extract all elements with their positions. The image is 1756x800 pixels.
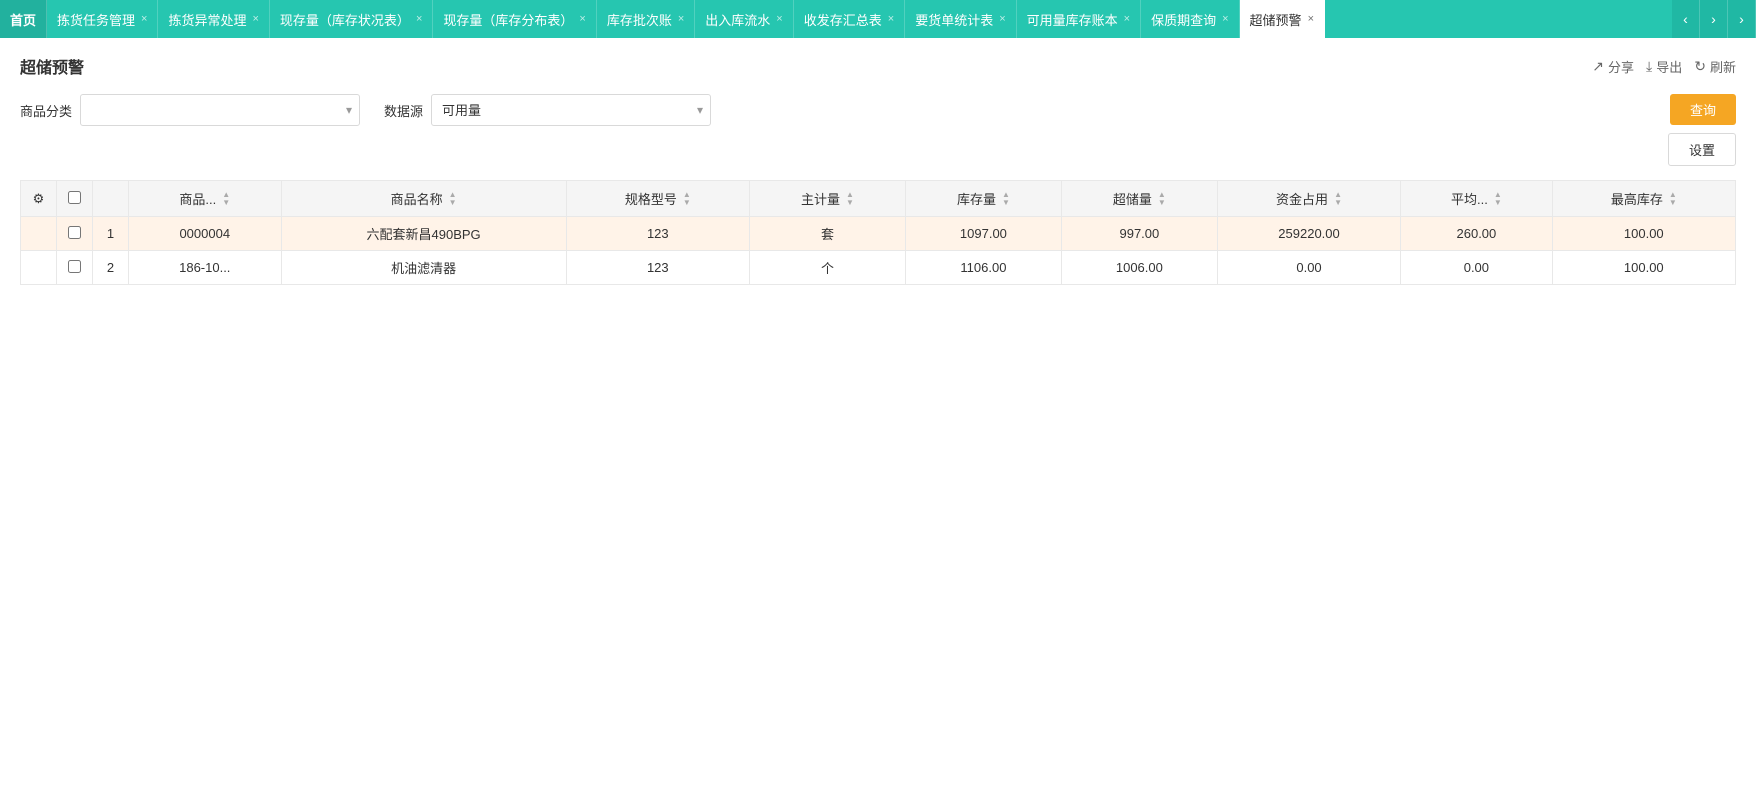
sort-icon: ▲▼ (683, 191, 691, 207)
column-header-checkbox (57, 181, 93, 217)
action-buttons: 查询 设置 (1668, 94, 1736, 166)
column-header-settings: ⚙ (21, 181, 57, 217)
table-row: 10000004六配套新昌490BPG123套1097.00997.002592… (21, 217, 1736, 251)
column-header-unit[interactable]: 主计量 ▲▼ (749, 181, 905, 217)
refresh-icon: ↻ (1694, 58, 1706, 75)
nav-tab-baozhi[interactable]: 保质期查询 × (1141, 0, 1239, 38)
sort-icon: ▲▼ (1494, 191, 1502, 207)
nav-tab-keyongliang[interactable]: 可用量库存账本 × (1017, 0, 1141, 38)
sort-icon: ▲▼ (449, 191, 457, 207)
sort-icon: ▲▼ (1334, 191, 1342, 207)
page-title: 超储预警 (20, 54, 84, 78)
column-header-index (93, 181, 129, 217)
nav-tab-yaohuo[interactable]: 要货单统计表 × (905, 0, 1016, 38)
close-icon[interactable]: × (1124, 13, 1130, 25)
sort-icon: ▲▼ (222, 191, 230, 207)
sort-icon: ▲▼ (846, 191, 854, 207)
select-all-checkbox[interactable] (68, 191, 81, 204)
top-navigation: 首页 拣货任务管理 × 拣货异常处理 × 现存量（库存状况表） × 现存量（库存… (0, 0, 1756, 38)
data-table: ⚙ 商品... ▲▼ 商品名称 ▲▼ (20, 180, 1736, 285)
nav-home[interactable]: 首页 (0, 0, 47, 38)
category-label: 商品分类 (20, 101, 72, 120)
table-header-row: ⚙ 商品... ▲▼ 商品名称 ▲▼ (21, 181, 1736, 217)
export-button[interactable]: ⤓ 导出 (1646, 57, 1682, 76)
nav-tab-shoufacunhuizongbiao[interactable]: 收发存汇总表 × (794, 0, 905, 38)
nav-tab-churukuliushui[interactable]: 出入库流水 × (695, 0, 793, 38)
query-button[interactable]: 查询 (1670, 94, 1736, 125)
column-header-max-stock[interactable]: 最高库存 ▲▼ (1552, 181, 1735, 217)
page-header: 超储预警 ↗ 分享 ⤓ 导出 ↻ 刷新 (20, 54, 1736, 78)
nav-menu-button[interactable]: › (1728, 0, 1756, 38)
close-icon[interactable]: × (776, 13, 782, 25)
datasource-label: 数据源 (384, 101, 423, 120)
datasource-select-wrapper: 可用量 库存量 ▾ (431, 94, 711, 126)
column-header-spec[interactable]: 规格型号 ▲▼ (566, 181, 749, 217)
close-icon[interactable]: × (416, 13, 422, 25)
nav-tab-xiancunliang2[interactable]: 现存量（库存分布表） × (433, 0, 596, 38)
filter-fields: 商品分类 ▾ 数据源 可用量 库存量 ▾ (20, 94, 1668, 126)
close-icon[interactable]: × (579, 13, 585, 25)
share-icon: ↗ (1592, 58, 1604, 75)
column-header-product-name[interactable]: 商品名称 ▲▼ (281, 181, 566, 217)
datasource-select[interactable]: 可用量 库存量 (431, 94, 711, 126)
main-content: 超储预警 ↗ 分享 ⤓ 导出 ↻ 刷新 商品分类 (0, 38, 1756, 800)
share-button[interactable]: ↗ 分享 (1592, 57, 1634, 76)
nav-tab-jianhuorenwuguanli[interactable]: 拣货任务管理 × (47, 0, 158, 38)
sort-icon: ▲▼ (1669, 191, 1677, 207)
column-header-capital[interactable]: 资金占用 ▲▼ (1217, 181, 1400, 217)
settings-button[interactable]: 设置 (1668, 133, 1736, 166)
gear-icon[interactable]: ⚙ (33, 191, 45, 206)
close-icon[interactable]: × (141, 13, 147, 25)
close-icon[interactable]: × (1222, 13, 1228, 25)
column-header-product-code[interactable]: 商品... ▲▼ (129, 181, 282, 217)
column-header-avg[interactable]: 平均... ▲▼ (1401, 181, 1552, 217)
row-checkbox[interactable] (68, 226, 81, 239)
filter-section: 商品分类 ▾ 数据源 可用量 库存量 ▾ (20, 94, 1736, 166)
sort-icon: ▲▼ (1002, 191, 1010, 207)
column-header-stock[interactable]: 库存量 ▲▼ (905, 181, 1061, 217)
nav-tab-xiancunliang1[interactable]: 现存量（库存状况表） × (270, 0, 433, 38)
close-icon[interactable]: × (678, 13, 684, 25)
close-icon[interactable]: × (1308, 13, 1314, 25)
nav-tab-jianhuoyichangchuli[interactable]: 拣货异常处理 × (158, 0, 269, 38)
refresh-button[interactable]: ↻ 刷新 (1694, 57, 1736, 76)
close-icon[interactable]: × (252, 13, 258, 25)
category-filter: 商品分类 ▾ (20, 94, 360, 126)
column-header-over-stock[interactable]: 超储量 ▲▼ (1061, 181, 1217, 217)
row-checkbox[interactable] (68, 260, 81, 273)
category-select-wrapper: ▾ (80, 94, 360, 126)
export-icon: ⤓ (1646, 58, 1652, 75)
datasource-filter: 数据源 可用量 库存量 ▾ (384, 94, 711, 126)
nav-tab-chaochuyujing[interactable]: 超储预警 × (1240, 0, 1325, 38)
table-row: 2186-10...机油滤清器123个1106.001006.000.000.0… (21, 251, 1736, 285)
nav-tab-kuCunPiCiZhang[interactable]: 库存批次账 × (597, 0, 695, 38)
nav-prev-button[interactable]: ‹ (1672, 0, 1700, 38)
nav-arrows: ‹ › › (1672, 0, 1756, 38)
close-icon[interactable]: × (888, 13, 894, 25)
nav-next-button[interactable]: › (1700, 0, 1728, 38)
category-select[interactable] (80, 94, 360, 126)
header-actions: ↗ 分享 ⤓ 导出 ↻ 刷新 (1592, 57, 1736, 76)
sort-icon: ▲▼ (1158, 191, 1166, 207)
close-icon[interactable]: × (999, 13, 1005, 25)
